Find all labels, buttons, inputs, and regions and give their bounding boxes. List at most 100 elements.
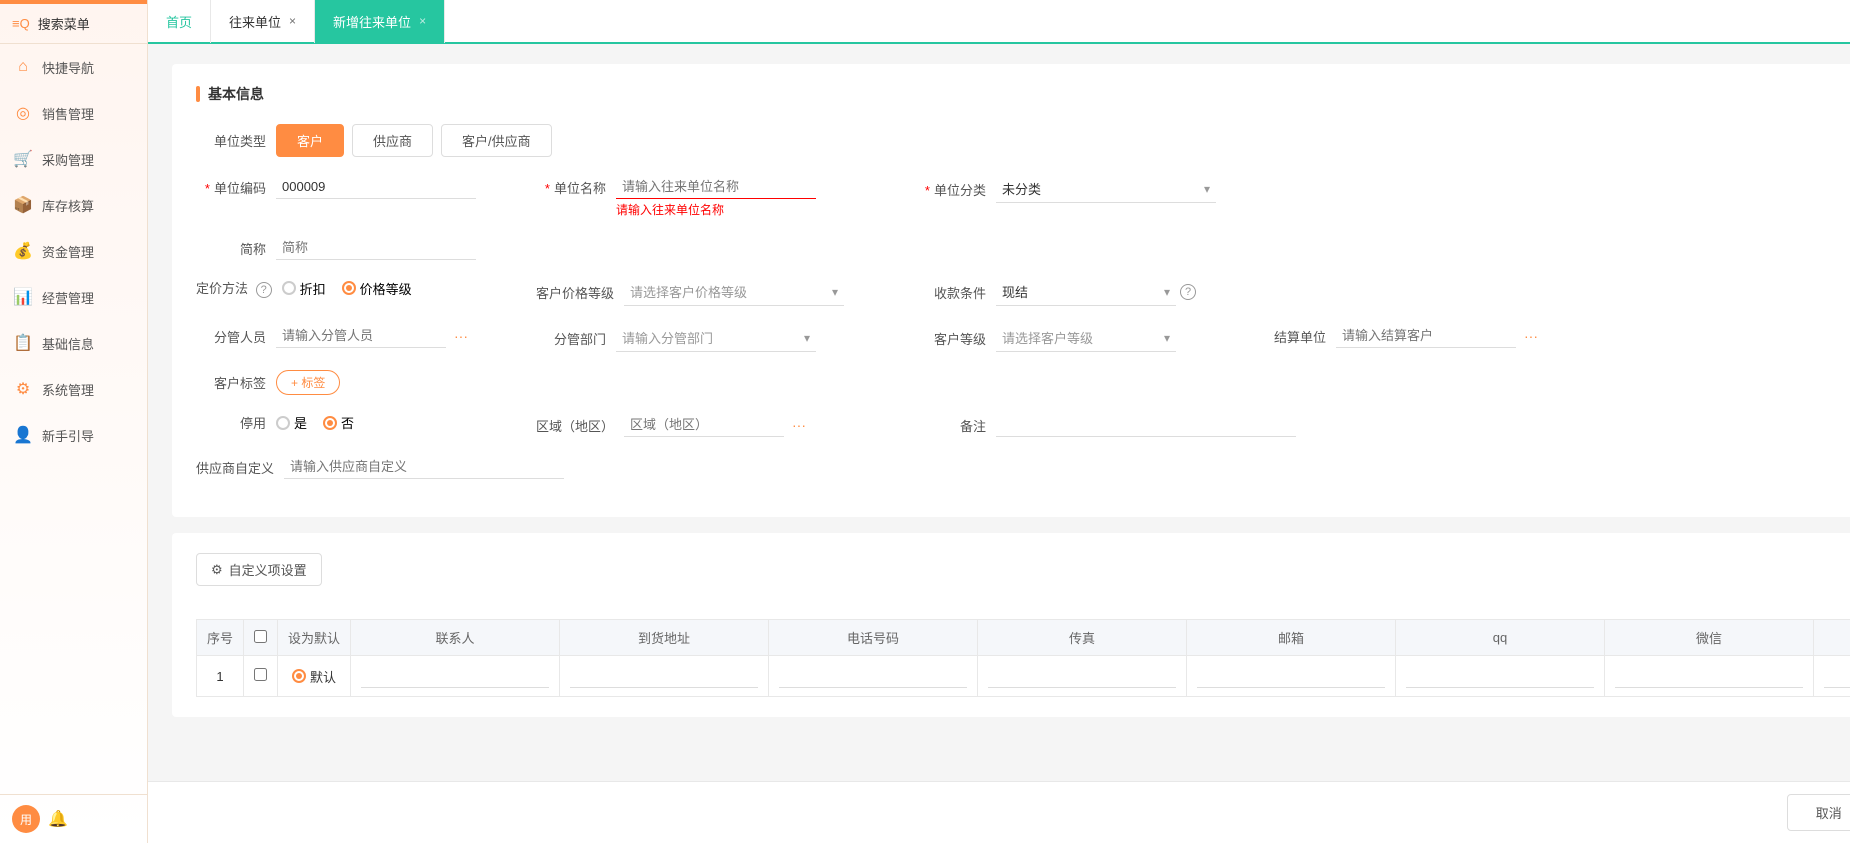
unit-type-row: 单位类型 客户 供应商 客户/供应商 <box>196 124 1850 157</box>
unit-category-field: *单位分类 未分类 ▾ <box>916 175 1850 203</box>
radio-no-label: 否 <box>341 413 354 432</box>
type-btn-both[interactable]: 客户/供应商 <box>441 124 552 157</box>
sidebar-item-sales[interactable]: ◎ 销售管理 <box>0 90 147 136</box>
manager-input[interactable] <box>276 324 446 348</box>
row-region-input[interactable] <box>1824 664 1850 688</box>
sidebar-item-quick-nav[interactable]: ⌂ 快捷导航 <box>0 44 147 90</box>
radio-disabled-yes[interactable]: 是 <box>276 413 307 432</box>
settlement-unit-label: 结算单位 <box>1256 327 1336 346</box>
row-wechat <box>1605 656 1814 697</box>
pricing-method-help-icon[interactable]: ? <box>256 282 272 298</box>
radio-price-level-label: 价格等级 <box>360 279 412 298</box>
customer-tag-label: 客户标签 <box>196 373 276 392</box>
row-contact-input[interactable] <box>361 664 549 688</box>
tab-home[interactable]: 首页 <box>148 0 211 43</box>
table-card: ⚙ 自定义项设置 🗑 批量删除 序号 设为默认 联系人 到货地址 <box>172 533 1850 717</box>
tab-new-counterparty-label: 新增往来单位 <box>333 12 411 31</box>
settlement-unit-field: 结算单位 ··· <box>1256 324 1850 348</box>
customer-tag-row: 客户标签 + 标签 <box>196 370 1850 395</box>
sales-icon: ◎ <box>12 102 34 124</box>
radio-discount-label: 折扣 <box>300 279 326 298</box>
settlement-unit-dots-btn[interactable]: ··· <box>1520 328 1542 344</box>
col-seq: 序号 <box>197 620 244 656</box>
tab-new-counterparty[interactable]: 新增往来单位 × <box>315 0 445 43</box>
sidebar-item-guide[interactable]: 👤 新手引导 <box>0 412 147 458</box>
table-row: 1 默认 <box>197 656 1850 697</box>
sidebar-item-purchase[interactable]: 🛒 采购管理 <box>0 136 147 182</box>
code-name-category-row: *单位编码 *单位名称 请输入往来单位名称 <box>196 175 1850 218</box>
payment-terms-select[interactable]: 现结 ▾ <box>996 278 1176 306</box>
tab-counterparty-close[interactable]: × <box>289 14 296 28</box>
custom-settings-button[interactable]: ⚙ 自定义项设置 <box>196 553 322 586</box>
region-dots-btn[interactable]: ··· <box>788 417 810 433</box>
tabbar: 首页 往来单位 × 新增往来单位 × × <box>148 0 1850 44</box>
remarks-input[interactable] <box>996 413 1296 437</box>
row-default-radio[interactable]: 默认 <box>292 667 336 686</box>
unit-category-select[interactable]: 未分类 ▾ <box>996 175 1216 203</box>
settlement-unit-input[interactable] <box>1336 324 1516 348</box>
disabled-radios: 是 否 <box>276 413 354 432</box>
sidebar-item-system[interactable]: ⚙ 系统管理 <box>0 366 147 412</box>
unit-name-input[interactable] <box>616 175 816 199</box>
select-all-checkbox[interactable] <box>254 630 267 643</box>
sidebar-item-inventory[interactable]: 📦 库存核算 <box>0 182 147 228</box>
row-address-input[interactable] <box>570 664 758 688</box>
row-seq: 1 <box>197 656 244 697</box>
inventory-icon: 📦 <box>12 194 34 216</box>
row-default-label: 默认 <box>310 667 336 686</box>
chevron-down-icon: ▾ <box>832 285 838 299</box>
search-icon: ≡Q <box>12 16 30 31</box>
sidebar-item-finance[interactable]: 💰 资金管理 <box>0 228 147 274</box>
row-phone-input[interactable] <box>779 664 967 688</box>
guide-icon: 👤 <box>12 424 34 446</box>
row-email-input[interactable] <box>1197 664 1385 688</box>
cancel-button[interactable]: 取消 <box>1787 794 1850 831</box>
manager-dots-btn[interactable]: ··· <box>450 328 472 344</box>
sidebar-item-basics[interactable]: 📋 基础信息 <box>0 320 147 366</box>
radio-price-level[interactable]: 价格等级 <box>342 279 412 298</box>
sidebar-item-operations[interactable]: 📊 经营管理 <box>0 274 147 320</box>
radio-discount[interactable]: 折扣 <box>282 279 326 298</box>
pricing-method-label: 定价方法 ? <box>196 278 282 298</box>
unit-name-error: 请输入往来单位名称 <box>616 201 724 218</box>
unit-code-field: *单位编码 <box>196 175 536 199</box>
customer-level-select[interactable]: 请选择客户等级 ▾ <box>996 324 1176 352</box>
sidebar-search[interactable]: ≡Q 搜索菜单 <box>0 4 147 44</box>
sidebar-item-label: 库存核算 <box>42 196 94 215</box>
row-wechat-input[interactable] <box>1615 664 1803 688</box>
department-select[interactable]: 请输入分管部门 ▾ <box>616 324 816 352</box>
radio-circle-price-level <box>342 281 356 295</box>
payment-terms-help-icon[interactable]: ? <box>1180 284 1196 300</box>
short-name-input[interactable] <box>276 236 476 260</box>
region-input[interactable] <box>624 413 784 437</box>
sidebar-item-label: 销售管理 <box>42 104 94 123</box>
type-btn-customer[interactable]: 客户 <box>276 124 344 157</box>
pricing-method-radios: 折扣 价格等级 <box>282 279 412 298</box>
radio-circle-discount <box>282 281 296 295</box>
section-title: 基本信息 <box>196 84 1850 104</box>
manager-field: 分管人员 ··· <box>196 324 536 348</box>
col-fax: 传真 <box>978 620 1187 656</box>
row-default-radio-circle <box>292 669 306 683</box>
operations-icon: 📊 <box>12 286 34 308</box>
unit-code-input[interactable] <box>276 175 476 199</box>
row-qq-input[interactable] <box>1406 664 1594 688</box>
row-fax-input[interactable] <box>988 664 1176 688</box>
customer-level-field: 客户等级 请选择客户等级 ▾ <box>916 324 1256 352</box>
tab-counterparty[interactable]: 往来单位 × <box>211 0 315 43</box>
table-header-row: 序号 设为默认 联系人 到货地址 电话号码 传真 邮箱 qq 微信 所在地区 <box>197 620 1850 656</box>
add-tag-button[interactable]: + 标签 <box>276 370 340 395</box>
tab-new-counterparty-close[interactable]: × <box>419 14 426 28</box>
row-checkbox[interactable] <box>254 668 267 681</box>
chevron-down-icon: ▾ <box>1204 182 1210 196</box>
table-body: 1 默认 <box>197 656 1850 697</box>
disabled-label: 停用 <box>196 413 276 432</box>
radio-disabled-no[interactable]: 否 <box>323 413 354 432</box>
sidebar-item-label: 基础信息 <box>42 334 94 353</box>
supplier-custom-input[interactable] <box>284 455 564 479</box>
department-placeholder: 请输入分管部门 <box>622 328 800 347</box>
col-email: 邮箱 <box>1187 620 1396 656</box>
radio-dot <box>327 420 333 426</box>
type-btn-supplier[interactable]: 供应商 <box>352 124 433 157</box>
customer-price-level-select[interactable]: 请选择客户价格等级 ▾ <box>624 278 844 306</box>
